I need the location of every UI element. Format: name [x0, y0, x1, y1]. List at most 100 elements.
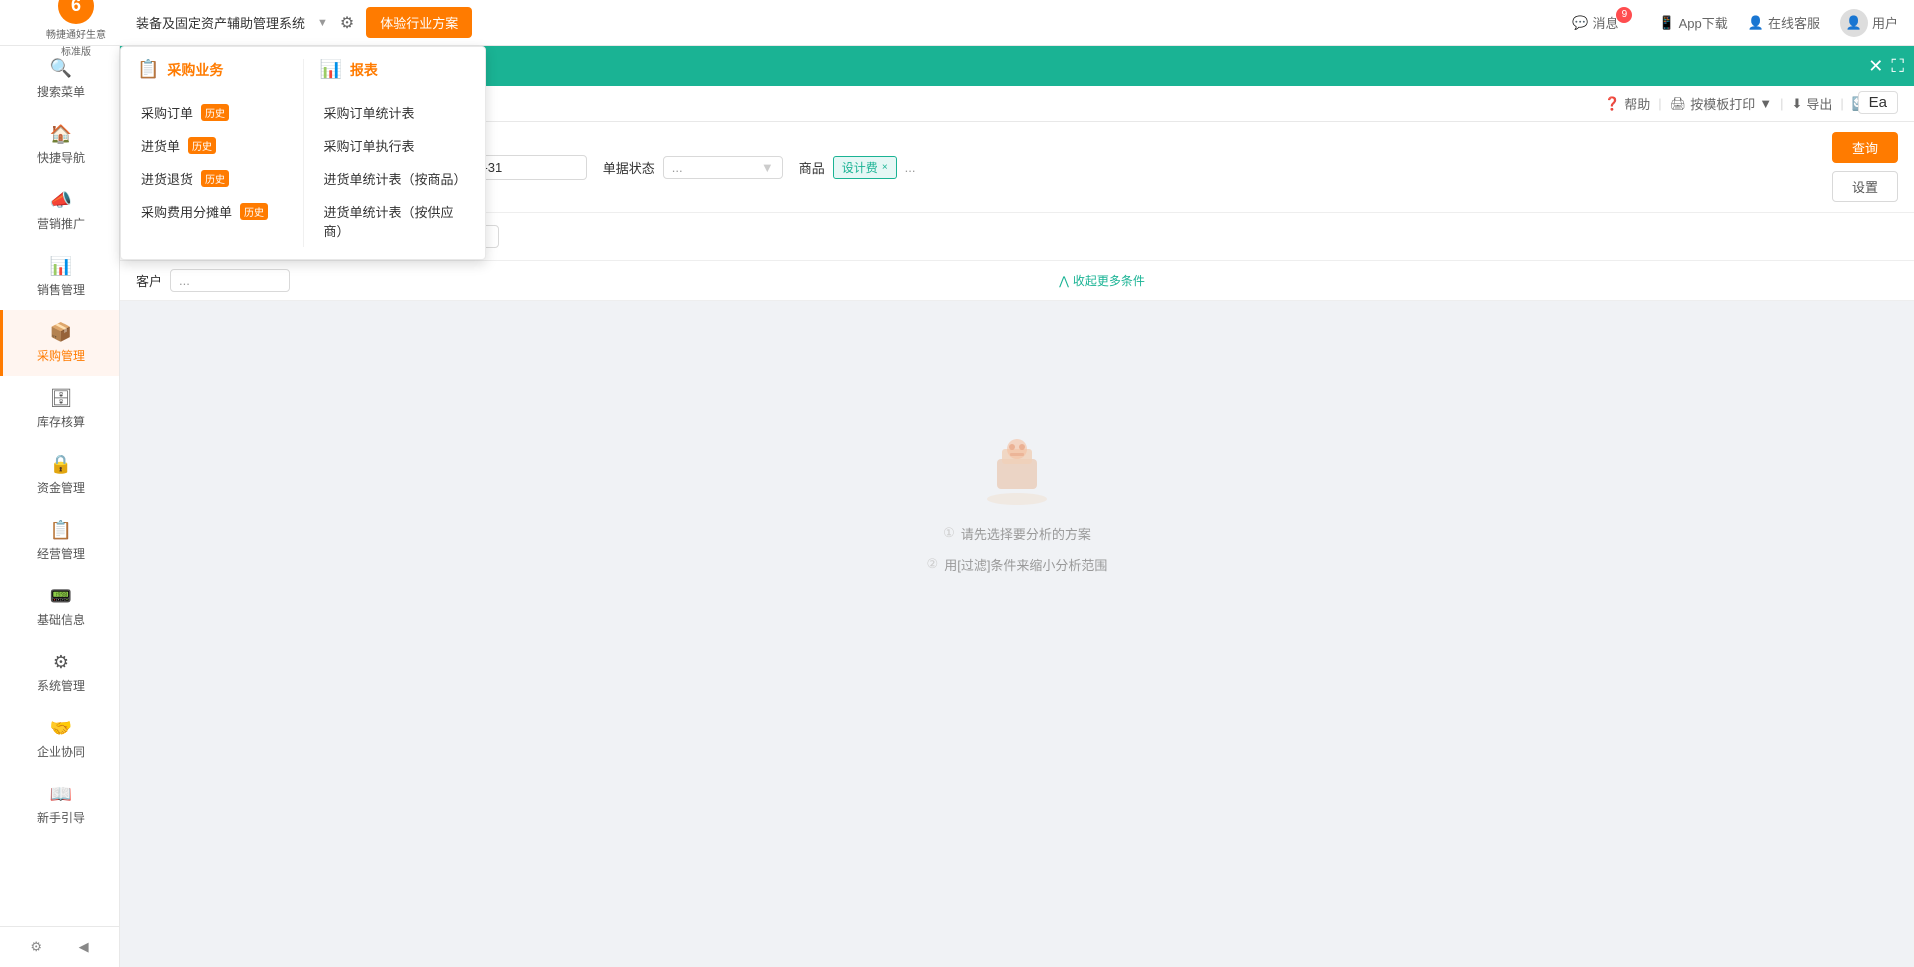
doc-status-label: 单据状态: [603, 158, 655, 177]
header-middle: 装备及固定资产辅助管理系统 ▼ ⚙ 体验行业方案: [136, 7, 1572, 38]
menu-item-purchase-stat[interactable]: 采购订单统计表: [320, 96, 470, 129]
sidebar-item-guide[interactable]: 📖 新手引导: [0, 772, 119, 838]
sidebar-item-marketing[interactable]: 📣 营销推广: [0, 178, 119, 244]
expense-badge: 历史: [240, 203, 268, 220]
customer-label: 客户: [136, 271, 162, 290]
app-download-label: App下载: [1679, 13, 1728, 32]
sidebar-item-inventory[interactable]: 🗄 库存核算: [0, 376, 119, 442]
sidebar-item-sales[interactable]: 📊 销售管理: [0, 244, 119, 310]
sidebar-label-guide: 新手引导: [37, 809, 85, 826]
collapse-btn-area: ⋀ 收起更多条件: [306, 272, 1898, 289]
goods-ellipsis[interactable]: ...: [905, 160, 916, 175]
inbound-badge: 历史: [188, 137, 216, 154]
sidebar-item-purchase[interactable]: 📦 采购管理: [0, 310, 119, 376]
menu-item-inbound-supplier-stat[interactable]: 进货单统计表（按供应商）: [320, 195, 470, 247]
collapse-label: 收起更多条件: [1073, 272, 1145, 289]
sidebar-item-system[interactable]: ⚙ 系统管理: [0, 640, 119, 706]
goods-label: 商品: [799, 158, 825, 177]
collapse-button[interactable]: ⋀ 收起更多条件: [1059, 272, 1145, 289]
sidebar-label-quicknav: 快捷导航: [37, 149, 85, 166]
sidebar: 🔍 搜索菜单 🏠 快捷导航 📣 营销推广 📊 销售管理 📦 采购管理 🗄 库存核…: [0, 46, 120, 967]
menu-item-return[interactable]: 进货退货 历史: [137, 162, 287, 195]
header-right: 💬 消息 9 📱 App下载 👤 在线客服 👤 用户: [1572, 9, 1898, 37]
mobile-icon: 📱: [1658, 15, 1674, 31]
doc-status-section: 单据状态 ... ▼: [603, 156, 783, 179]
sidebar-item-finance[interactable]: 🔒 资金管理: [0, 442, 119, 508]
settings-icon[interactable]: ⚙: [340, 13, 354, 33]
enterprise-icon: 🤝: [50, 718, 72, 739]
sidebar-label-enterprise: 企业协同: [37, 743, 85, 760]
setting-button[interactable]: 设置: [1832, 171, 1898, 202]
finance-icon: 🔒: [50, 454, 72, 475]
help-label: 帮助: [1624, 94, 1650, 113]
industry-button[interactable]: 体验行业方案: [366, 7, 472, 38]
inbound-goods-stat-label: 进货单统计表（按商品）: [324, 169, 466, 188]
menu-item-expense[interactable]: 采购费用分摊单 历史: [137, 195, 287, 228]
sidebar-item-operation[interactable]: 📋 经营管理: [0, 508, 119, 574]
menu-item-purchase-order[interactable]: 采购订单 历史: [137, 96, 287, 129]
app-download-action[interactable]: 📱 App下载: [1658, 13, 1727, 32]
doc-status-value: ...: [672, 160, 757, 175]
expense-label: 采购费用分摊单: [141, 202, 232, 221]
customer-select[interactable]: ...: [170, 269, 290, 292]
user-label: 用户: [1872, 13, 1898, 32]
export-icon: ⬇: [1791, 96, 1802, 112]
inbound-label: 进货单: [141, 136, 180, 155]
goods-section: 商品 设计费 × ...: [799, 156, 916, 179]
sales-icon: 📊: [50, 256, 72, 277]
doc-status-arrow: ▼: [761, 160, 774, 175]
sidebar-item-basic[interactable]: 📟 基础信息: [0, 574, 119, 640]
system-dropdown-arrow[interactable]: ▼: [317, 17, 328, 29]
print-label: 按模板打印: [1690, 94, 1755, 113]
empty-state: ① 请先选择要分析的方案 ② 用[过滤]条件来缩小分析范围: [120, 301, 1914, 701]
query-btn-group: 查询 设置: [1832, 132, 1898, 202]
purchase-order-label: 采购订单: [141, 103, 193, 122]
home-icon: 🏠: [50, 124, 72, 145]
sidebar-label-sales: 销售管理: [37, 281, 85, 298]
print-dropdown-icon: ▼: [1759, 96, 1772, 111]
sidebar-label-basic: 基础信息: [37, 611, 85, 628]
return-badge: 历史: [201, 170, 229, 187]
empty-illustration: [977, 429, 1057, 512]
menu-item-inbound-goods-stat[interactable]: 进货单统计表（按商品）: [320, 162, 470, 195]
sidebar-label-search: 搜索菜单: [37, 83, 85, 100]
sidebar-item-quicknav[interactable]: 🏠 快捷导航: [0, 112, 119, 178]
search-icon: 🔍: [50, 58, 72, 79]
message-badge: 9: [1616, 7, 1632, 23]
operation-icon: 📋: [50, 520, 72, 541]
hint1-bullet: ①: [943, 525, 955, 541]
sidebar-label-finance: 资金管理: [37, 479, 85, 496]
menu-item-inbound[interactable]: 进货单 历史: [137, 129, 287, 162]
report-menu-column: 📊 报表 采购订单统计表 采购订单执行表 进货单统计表（按商品） 进货单统计表（…: [303, 59, 486, 247]
service-icon: 👤: [1748, 15, 1764, 31]
goods-chip-close[interactable]: ×: [882, 162, 888, 173]
online-service-action[interactable]: 👤 在线客服: [1748, 13, 1820, 32]
sidebar-bottom: ⚙ ◀: [0, 926, 119, 967]
sidebar-item-enterprise[interactable]: 🤝 企业协同: [0, 706, 119, 772]
empty-hint-1: ① 请先选择要分析的方案: [943, 524, 1091, 543]
sidebar-collapse-icon[interactable]: ◀: [79, 939, 89, 955]
system-icon: ⚙: [53, 652, 69, 673]
purchase-icon: 📦: [50, 322, 72, 343]
divider3: |: [1840, 96, 1843, 111]
print-icon: 🖨: [1670, 96, 1687, 112]
user-action[interactable]: 👤 用户: [1840, 9, 1898, 37]
hint1-text: 请先选择要分析的方案: [961, 524, 1091, 543]
tab-close-window-icon[interactable]: ✕: [1868, 56, 1883, 77]
query-button[interactable]: 查询: [1832, 132, 1898, 163]
sidebar-settings-icon[interactable]: ⚙: [30, 939, 42, 955]
purchase-menu-column: 📋 采购业务 采购订单 历史 进货单 历史 进货退货 历史 采购费用分摊单 历史: [121, 59, 303, 247]
message-action[interactable]: 💬 消息 9: [1572, 13, 1638, 32]
print-button[interactable]: 🖨 按模板打印 ▼: [1670, 94, 1772, 113]
doc-status-select[interactable]: ... ▼: [663, 156, 783, 179]
logo-subtitle: 标准版: [61, 43, 91, 58]
help-button[interactable]: ❓ 帮助: [1604, 94, 1650, 113]
message-label: 消息: [1592, 13, 1618, 32]
menu-item-purchase-exec[interactable]: 采购订单执行表: [320, 129, 470, 162]
export-button[interactable]: ⬇ 导出: [1791, 94, 1832, 113]
marketing-icon: 📣: [50, 190, 72, 211]
tab-maximize-icon[interactable]: ⛶: [1891, 56, 1904, 77]
divider2: |: [1780, 96, 1783, 111]
ea-label-area: Ea: [1858, 94, 1898, 111]
purchase-exec-label: 采购订单执行表: [324, 136, 415, 155]
